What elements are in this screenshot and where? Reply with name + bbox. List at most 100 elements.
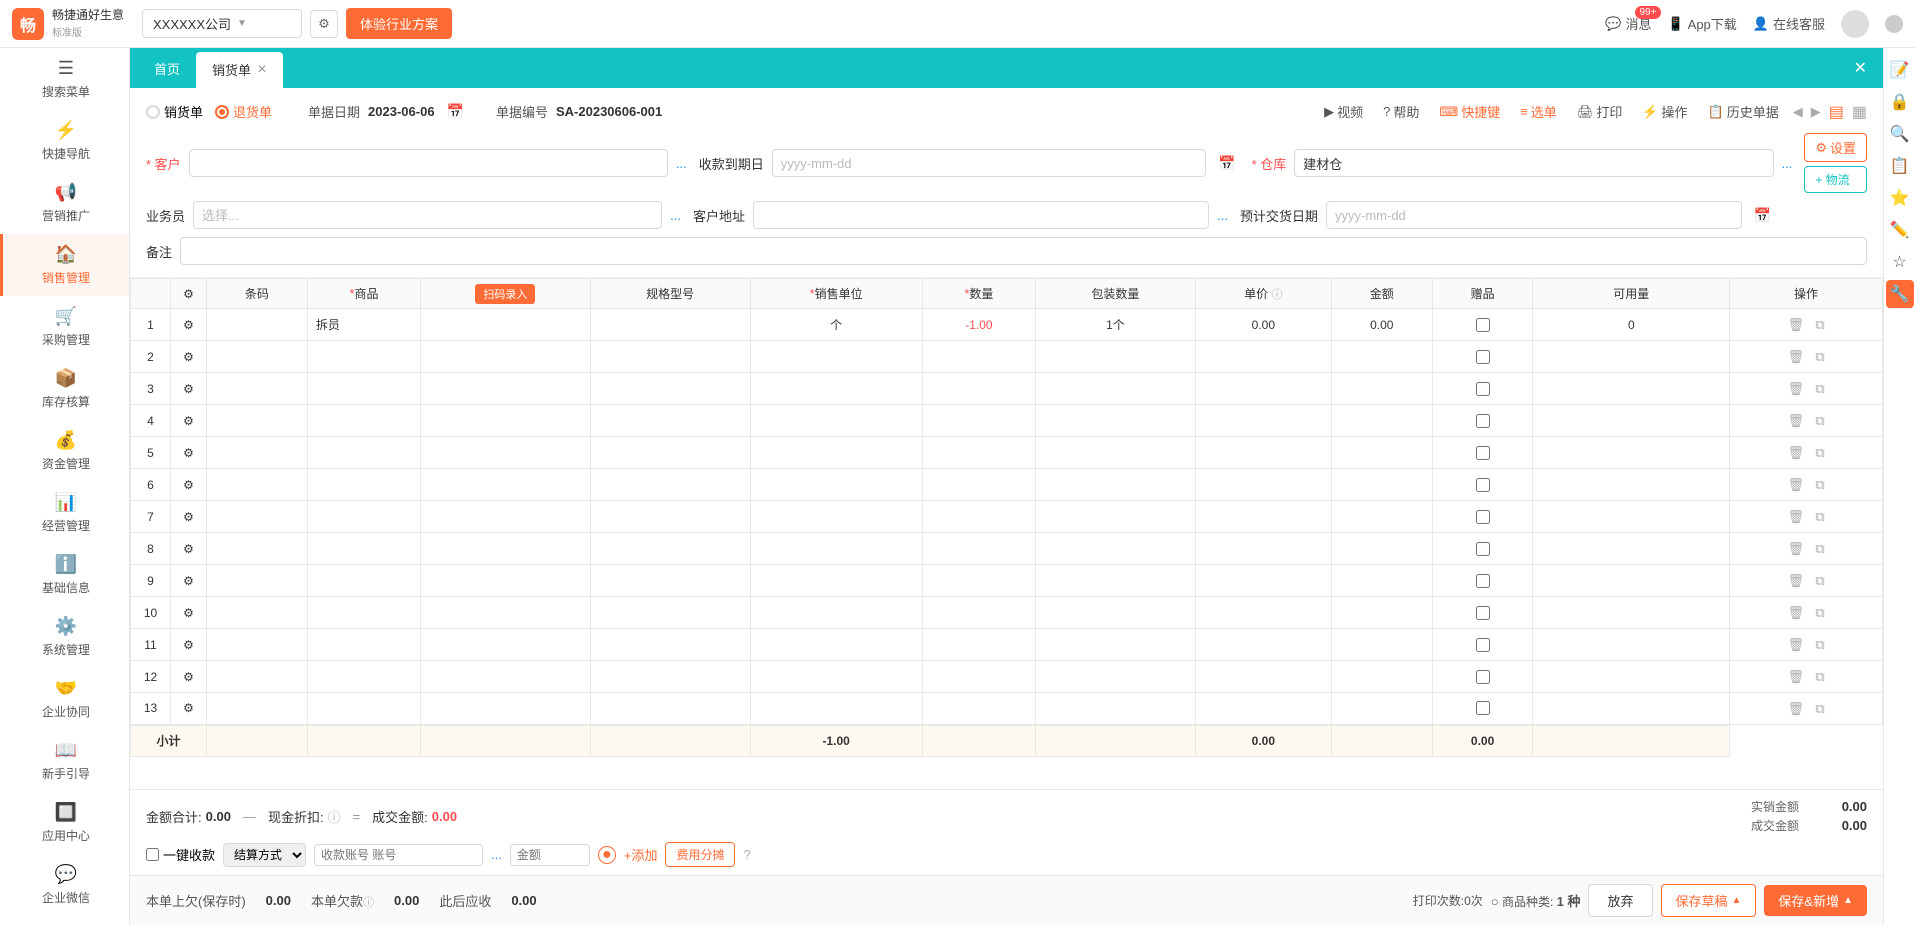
row-gift[interactable]: [1432, 597, 1533, 629]
row-pkg-qty[interactable]: [1036, 373, 1196, 405]
radio-sale[interactable]: 销货单: [146, 102, 203, 121]
row-barcode[interactable]: [207, 341, 308, 373]
row-amount[interactable]: [1331, 405, 1432, 437]
row-spec[interactable]: [590, 469, 750, 501]
row-delete-icon[interactable]: 🗑: [1787, 669, 1804, 684]
row-pkg-qty[interactable]: 1个: [1036, 309, 1196, 341]
row-delete-icon[interactable]: 🗑: [1787, 509, 1804, 524]
expense-help-icon[interactable]: ?: [743, 847, 750, 862]
row-copy-icon[interactable]: ⧉: [1815, 637, 1824, 652]
row-qty[interactable]: [922, 565, 1035, 597]
row-copy-icon[interactable]: ⧉: [1815, 541, 1824, 556]
payment-amount-input[interactable]: [510, 844, 590, 866]
row-qty[interactable]: [922, 437, 1035, 469]
row-copy-icon[interactable]: ⧉: [1815, 445, 1824, 460]
row-delete-icon[interactable]: 🗑: [1787, 605, 1804, 620]
row-price[interactable]: [1195, 565, 1331, 597]
salesperson-dots[interactable]: ...: [670, 208, 681, 223]
expected-date-input[interactable]: [1326, 201, 1742, 229]
row-amount[interactable]: [1331, 437, 1432, 469]
row-amount[interactable]: [1331, 693, 1432, 725]
row-pkg-qty[interactable]: [1036, 469, 1196, 501]
sidebar-item-search[interactable]: ☰ 搜索菜单: [0, 48, 129, 110]
row-price[interactable]: [1195, 373, 1331, 405]
row-product[interactable]: [307, 341, 420, 373]
row-qty[interactable]: [922, 469, 1035, 501]
row-pkg-qty[interactable]: [1036, 629, 1196, 661]
sidebar-item-member[interactable]: 👑 畅会员: [0, 916, 129, 925]
row-delete-icon[interactable]: 🗑: [1787, 413, 1804, 428]
row-barcode[interactable]: [207, 693, 308, 725]
shortcut-btn[interactable]: ⌨ 快捷键: [1433, 100, 1506, 123]
row-copy-icon[interactable]: ⧉: [1815, 701, 1824, 716]
row-qty[interactable]: [922, 501, 1035, 533]
row-gear[interactable]: ⚙: [171, 309, 207, 341]
payment-method-select[interactable]: 结算方式: [223, 843, 306, 867]
add-payment-button[interactable]: ●: [598, 846, 616, 864]
app-download-button[interactable]: 📱 App下载: [1667, 14, 1736, 33]
row-unit[interactable]: [750, 565, 922, 597]
row-gift[interactable]: [1432, 565, 1533, 597]
right-panel-note[interactable]: 📝: [1886, 56, 1914, 84]
row-qty[interactable]: [922, 373, 1035, 405]
video-btn[interactable]: ▶ 视频: [1318, 100, 1369, 123]
row-amount[interactable]: [1331, 501, 1432, 533]
row-unit[interactable]: [750, 629, 922, 661]
row-product[interactable]: [307, 565, 420, 597]
row-gift[interactable]: [1432, 693, 1533, 725]
sidebar-item-system[interactable]: ⚙️ 系统管理: [0, 606, 129, 668]
online-service-button[interactable]: 👤 在线客服: [1753, 14, 1825, 33]
row-unit[interactable]: [750, 405, 922, 437]
row-pkg-qty[interactable]: [1036, 597, 1196, 629]
row-gear[interactable]: ⚙: [171, 693, 207, 725]
tab-home[interactable]: 首页: [138, 48, 196, 88]
row-gift[interactable]: [1432, 405, 1533, 437]
row-pkg-qty[interactable]: [1036, 661, 1196, 693]
one-click-checkbox[interactable]: [146, 848, 159, 861]
row-qty[interactable]: [922, 341, 1035, 373]
message-button[interactable]: 💬 消息 99+: [1605, 14, 1651, 33]
row-copy-icon[interactable]: ⧉: [1815, 349, 1824, 364]
row-gift[interactable]: [1432, 341, 1533, 373]
row-product[interactable]: [307, 469, 420, 501]
row-pkg-qty[interactable]: [1036, 437, 1196, 469]
row-qty[interactable]: [922, 693, 1035, 725]
row-unit[interactable]: [750, 693, 922, 725]
row-product[interactable]: [307, 597, 420, 629]
row-barcode[interactable]: [207, 629, 308, 661]
row-spec[interactable]: [590, 437, 750, 469]
row-gift[interactable]: [1432, 501, 1533, 533]
row-price[interactable]: [1195, 661, 1331, 693]
row-price[interactable]: [1195, 437, 1331, 469]
operate-btn[interactable]: ⚡ 操作: [1636, 100, 1693, 123]
logistics-button[interactable]: + 物流: [1804, 166, 1867, 193]
row-unit[interactable]: [750, 597, 922, 629]
row-gear[interactable]: ⚙: [171, 629, 207, 661]
th-scan[interactable]: 扫码录入: [421, 279, 591, 309]
row-pkg-qty[interactable]: [1036, 501, 1196, 533]
tab-sales-order[interactable]: 销货单 ✕: [196, 52, 283, 88]
row-copy-icon[interactable]: ⧉: [1815, 669, 1824, 684]
row-gear[interactable]: ⚙: [171, 341, 207, 373]
row-product[interactable]: [307, 405, 420, 437]
row-spec[interactable]: [590, 661, 750, 693]
scan-button[interactable]: 扫码录入: [475, 284, 535, 304]
row-gift[interactable]: [1432, 629, 1533, 661]
warehouse-dots[interactable]: ...: [1782, 156, 1793, 171]
row-amount[interactable]: [1331, 597, 1432, 629]
sidebar-item-inventory[interactable]: 📦 库存核算: [0, 358, 129, 420]
row-delete-icon[interactable]: 🗑: [1787, 317, 1804, 332]
row-spec[interactable]: [590, 693, 750, 725]
settings-button[interactable]: ⚙: [310, 10, 338, 38]
row-barcode[interactable]: [207, 565, 308, 597]
row-gear[interactable]: ⚙: [171, 661, 207, 693]
row-pkg-qty[interactable]: [1036, 693, 1196, 725]
row-spec[interactable]: [590, 597, 750, 629]
row-copy-icon[interactable]: ⧉: [1815, 509, 1824, 524]
row-barcode[interactable]: [207, 661, 308, 693]
row-qty[interactable]: [922, 597, 1035, 629]
row-delete-icon[interactable]: 🗑: [1787, 477, 1804, 492]
row-spec[interactable]: [590, 341, 750, 373]
row-unit[interactable]: [750, 533, 922, 565]
row-copy-icon[interactable]: ⧉: [1815, 477, 1824, 492]
